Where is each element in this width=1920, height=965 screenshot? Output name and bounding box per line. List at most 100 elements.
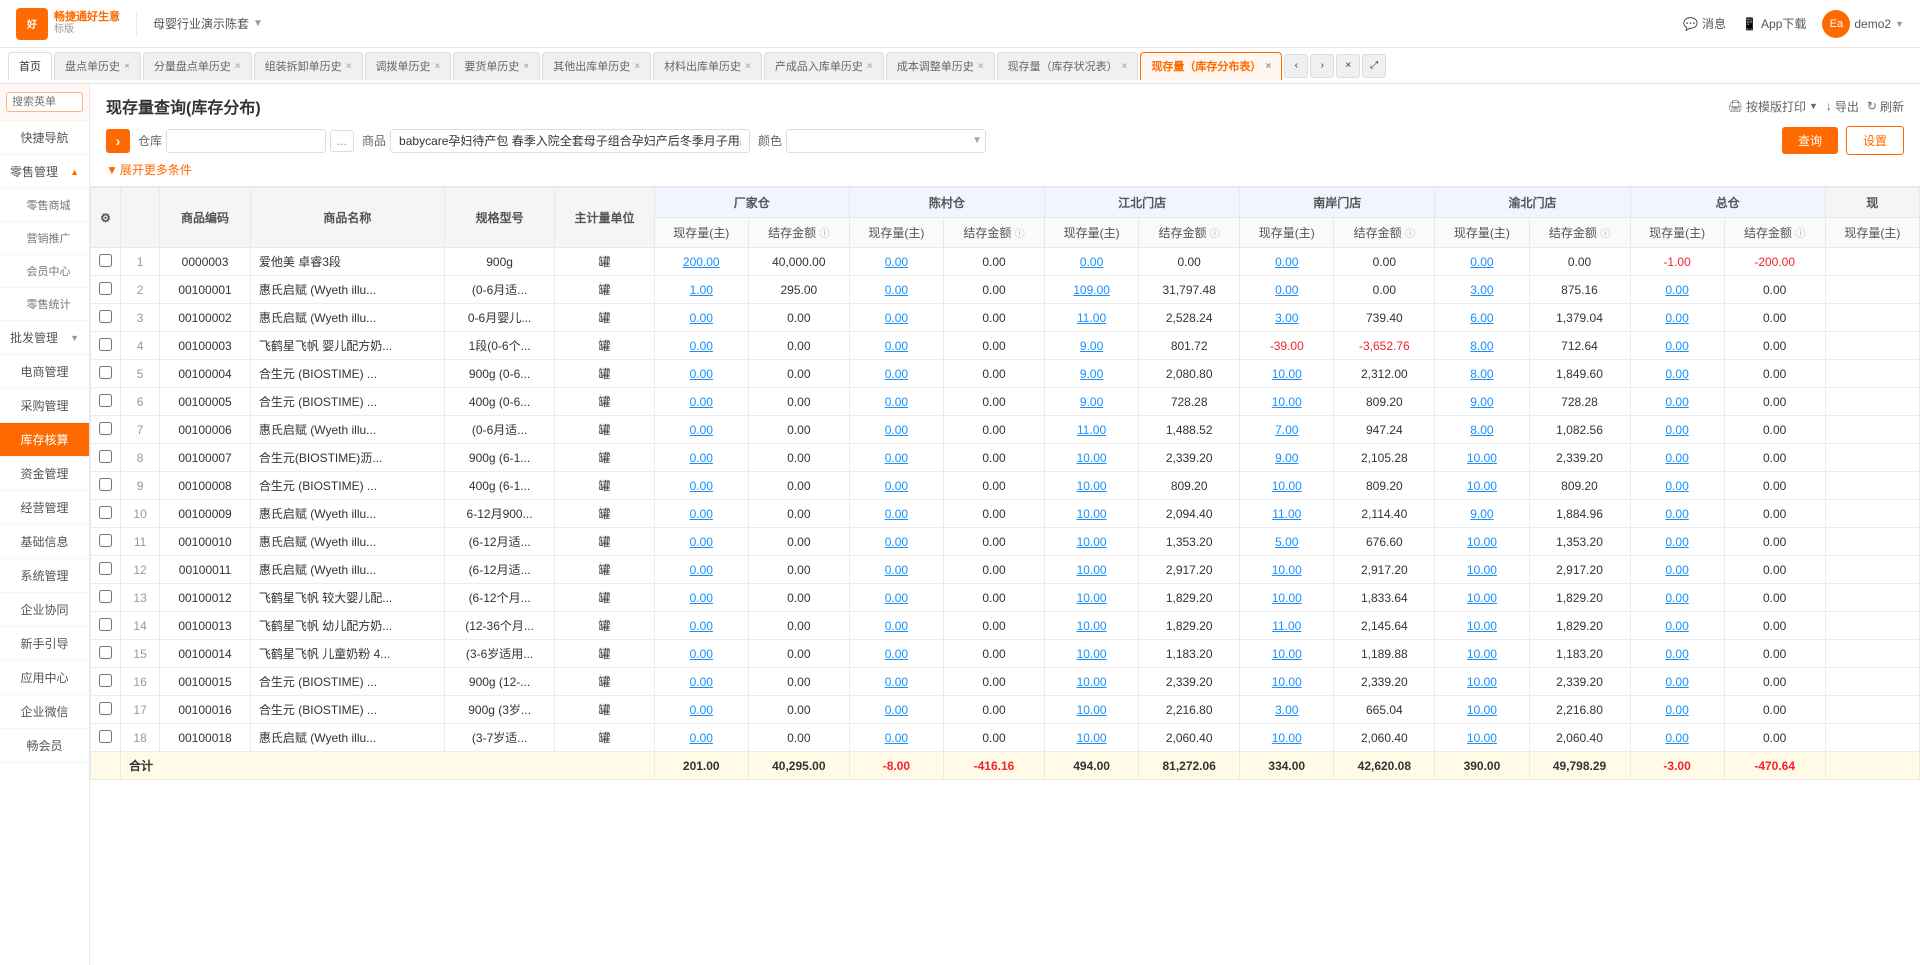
sidebar-item-member[interactable]: 会员中心 bbox=[0, 255, 89, 288]
row-f-qty[interactable]: 0.00 bbox=[654, 724, 748, 752]
row-f-qty[interactable]: 200.00 bbox=[654, 248, 748, 276]
row-checkbox[interactable] bbox=[91, 640, 121, 668]
row-jb-qty[interactable]: 9.00 bbox=[1045, 360, 1139, 388]
row-f-qty[interactable]: 0.00 bbox=[654, 416, 748, 444]
row-f-qty[interactable]: 0.00 bbox=[654, 556, 748, 584]
sidebar-item-system[interactable]: 系统管理 bbox=[0, 559, 89, 593]
row-na-qty[interactable]: 11.00 bbox=[1240, 612, 1334, 640]
tab-prev-btn[interactable]: ‹ bbox=[1284, 54, 1308, 78]
row-checkbox[interactable] bbox=[91, 556, 121, 584]
row-c-qty[interactable]: 0.00 bbox=[849, 360, 943, 388]
close-icon[interactable]: × bbox=[435, 61, 441, 72]
close-icon[interactable]: × bbox=[1265, 61, 1271, 72]
row-c-qty[interactable]: 0.00 bbox=[849, 276, 943, 304]
row-checkbox[interactable] bbox=[91, 304, 121, 332]
close-icon[interactable]: × bbox=[523, 61, 529, 72]
row-c-qty[interactable]: 0.00 bbox=[849, 416, 943, 444]
setting-btn[interactable]: 设置 bbox=[1846, 126, 1904, 155]
tab-next-btn[interactable]: › bbox=[1310, 54, 1334, 78]
row-f-qty[interactable]: 0.00 bbox=[654, 360, 748, 388]
info-icon[interactable]: ⓘ bbox=[1015, 229, 1025, 240]
row-f-qty[interactable]: 0.00 bbox=[654, 388, 748, 416]
row-na-qty[interactable]: 10.00 bbox=[1240, 388, 1334, 416]
settings-icon[interactable]: ⚙ bbox=[100, 211, 111, 225]
tab-cost-adjust[interactable]: 成本调整单历史 × bbox=[886, 52, 995, 80]
close-icon[interactable]: × bbox=[235, 61, 241, 72]
close-icon[interactable]: × bbox=[978, 61, 984, 72]
row-c-qty[interactable]: 0.00 bbox=[849, 388, 943, 416]
expand-btn[interactable]: › bbox=[106, 129, 130, 153]
close-icon[interactable]: × bbox=[1122, 61, 1128, 72]
app-download-btn[interactable]: 📱 App下载 bbox=[1742, 15, 1806, 32]
row-jb-qty[interactable]: 10.00 bbox=[1045, 612, 1139, 640]
tab-assemble[interactable]: 组装拆卸单历史 × bbox=[254, 52, 363, 80]
goods-input[interactable] bbox=[390, 129, 750, 153]
row-na-qty[interactable]: 10.00 bbox=[1240, 360, 1334, 388]
warehouse-ellipsis-btn[interactable]: ... bbox=[330, 130, 354, 152]
sidebar-item-retail-shop[interactable]: 零售商城 bbox=[0, 189, 89, 222]
sidebar-item-guide[interactable]: 新手引导 bbox=[0, 627, 89, 661]
print-btn[interactable]: 🖨 按模版打印 ▼ bbox=[1728, 98, 1818, 115]
sidebar-item-search[interactable] bbox=[0, 84, 89, 121]
row-f-qty[interactable]: 0.00 bbox=[654, 304, 748, 332]
row-checkbox[interactable] bbox=[91, 500, 121, 528]
row-checkbox[interactable] bbox=[91, 248, 121, 276]
tab-split-stock[interactable]: 分量盘点单历史 × bbox=[143, 52, 252, 80]
row-total-qty[interactable]: 0.00 bbox=[1630, 724, 1724, 752]
sidebar-item-operations[interactable]: 经营管理 bbox=[0, 491, 89, 525]
row-jb-qty[interactable]: 10.00 bbox=[1045, 696, 1139, 724]
row-c-qty[interactable]: 0.00 bbox=[849, 584, 943, 612]
row-c-qty[interactable]: 0.00 bbox=[849, 332, 943, 360]
row-f-qty[interactable]: 0.00 bbox=[654, 668, 748, 696]
row-na-qty[interactable]: 9.00 bbox=[1240, 444, 1334, 472]
tab-expand-btn[interactable]: ⤢ bbox=[1362, 54, 1386, 78]
row-jb-qty[interactable]: 10.00 bbox=[1045, 472, 1139, 500]
row-checkbox[interactable] bbox=[91, 444, 121, 472]
row-na-qty[interactable]: 10.00 bbox=[1240, 668, 1334, 696]
sidebar-item-basic[interactable]: 基础信息 bbox=[0, 525, 89, 559]
tab-purchase-req[interactable]: 要货单历史 × bbox=[453, 52, 540, 80]
row-f-qty[interactable]: 1.00 bbox=[654, 276, 748, 304]
row-c-qty[interactable]: 0.00 bbox=[849, 556, 943, 584]
row-f-qty[interactable]: 0.00 bbox=[654, 696, 748, 724]
row-c-qty[interactable]: 0.00 bbox=[849, 724, 943, 752]
row-f-qty[interactable]: 0.00 bbox=[654, 612, 748, 640]
query-btn[interactable]: 查询 bbox=[1782, 127, 1838, 154]
row-checkbox[interactable] bbox=[91, 388, 121, 416]
row-checkbox[interactable] bbox=[91, 696, 121, 724]
sidebar-item-finance[interactable]: 资金管理 bbox=[0, 457, 89, 491]
row-jb-qty[interactable]: 109.00 bbox=[1045, 276, 1139, 304]
row-c-qty[interactable]: 0.00 bbox=[849, 528, 943, 556]
row-f-qty[interactable]: 0.00 bbox=[654, 640, 748, 668]
tab-close-btn[interactable]: × bbox=[1336, 54, 1360, 78]
row-total-qty[interactable]: 0.00 bbox=[1630, 416, 1724, 444]
row-total-qty[interactable]: 0.00 bbox=[1630, 360, 1724, 388]
row-f-qty[interactable]: 0.00 bbox=[654, 472, 748, 500]
row-yb-qty[interactable]: 9.00 bbox=[1435, 388, 1529, 416]
export-btn[interactable]: ↓ 导出 bbox=[1826, 98, 1859, 115]
row-na-qty[interactable]: 5.00 bbox=[1240, 528, 1334, 556]
row-total-qty[interactable]: 0.00 bbox=[1630, 388, 1724, 416]
row-f-qty[interactable]: 0.00 bbox=[654, 584, 748, 612]
row-total-qty[interactable]: 0.00 bbox=[1630, 472, 1724, 500]
info-icon[interactable]: ⓘ bbox=[1795, 229, 1805, 240]
row-checkbox[interactable] bbox=[91, 472, 121, 500]
row-c-qty[interactable]: 0.00 bbox=[849, 304, 943, 332]
row-total-qty[interactable]: 0.00 bbox=[1630, 276, 1724, 304]
row-checkbox[interactable] bbox=[91, 724, 121, 752]
row-checkbox[interactable] bbox=[91, 360, 121, 388]
user-menu[interactable]: Ea demo2 ▼ bbox=[1822, 10, 1904, 38]
row-total-qty[interactable]: 0.00 bbox=[1630, 332, 1724, 360]
tab-transfer[interactable]: 调拨单历史 × bbox=[365, 52, 452, 80]
row-yb-qty[interactable]: 10.00 bbox=[1435, 472, 1529, 500]
row-na-qty[interactable]: 0.00 bbox=[1240, 248, 1334, 276]
row-f-qty[interactable]: 0.00 bbox=[654, 528, 748, 556]
tab-stock-count[interactable]: 盘点单历史 × bbox=[54, 52, 141, 80]
sidebar-item-purchase[interactable]: 采购管理 bbox=[0, 389, 89, 423]
tab-home[interactable]: 首页 bbox=[8, 52, 52, 80]
row-na-qty[interactable]: 3.00 bbox=[1240, 304, 1334, 332]
row-f-qty[interactable]: 0.00 bbox=[654, 332, 748, 360]
row-jb-qty[interactable]: 11.00 bbox=[1045, 304, 1139, 332]
sidebar-item-app-center[interactable]: 应用中心 bbox=[0, 661, 89, 695]
message-btn[interactable]: 💬 消息 bbox=[1683, 15, 1726, 32]
